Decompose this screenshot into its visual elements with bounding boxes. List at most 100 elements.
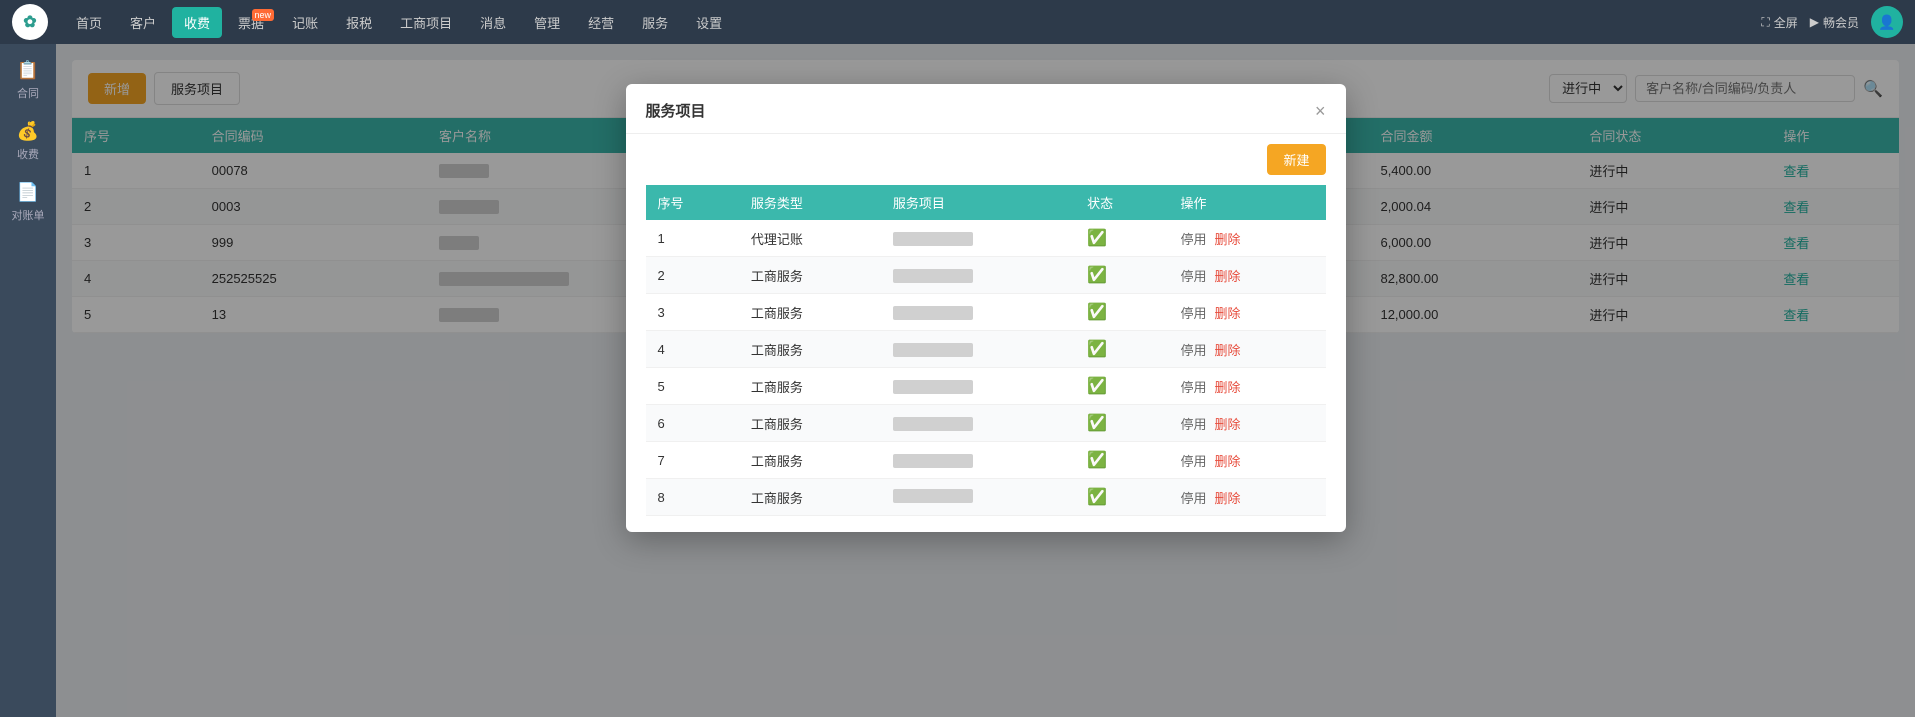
stop-button[interactable]: 停用 <box>1181 232 1207 247</box>
modal-action-cell[interactable]: 停用删除 <box>1169 294 1326 331</box>
modal-action-cell[interactable]: 停用删除 <box>1169 405 1326 442</box>
modal-header: 服务项目 × <box>626 84 1346 134</box>
user-avatar[interactable]: 👤 <box>1871 6 1903 38</box>
nav-item-收费[interactable]: 收费 <box>172 7 222 38</box>
nav-item-管理[interactable]: 管理 <box>522 7 572 38</box>
modal-status-cell: ✅ <box>1075 220 1168 257</box>
status-check-icon: ✅ <box>1087 267 1107 284</box>
content-area: 新增 服务项目 进行中全部已完成已终止 🔍 序号合同编码客户名称服务项目▾服务期… <box>56 44 1915 717</box>
nav-badge: new <box>252 9 275 21</box>
delete-button[interactable]: 删除 <box>1215 491 1241 506</box>
stop-button[interactable]: 停用 <box>1181 380 1207 395</box>
status-check-icon: ✅ <box>1087 304 1107 321</box>
modal-table-row: 3工商服务████✅停用删除 <box>646 294 1326 331</box>
service-table: 序号服务类型服务项目状态操作 1代理记账████ 1✅停用删除2工商服务████… <box>646 185 1326 516</box>
modal-status-cell: ✅ <box>1075 331 1168 368</box>
modal-action-cell[interactable]: 停用删除 <box>1169 442 1326 479</box>
modal-action-cell[interactable]: 停用删除 <box>1169 220 1326 257</box>
modal-table-row: 8工商服务████ 注册✅停用删除 <box>646 479 1326 516</box>
nav-item-服务[interactable]: 服务 <box>630 7 680 38</box>
nav-item-首页[interactable]: 首页 <box>64 7 114 38</box>
sidebar-item-收费[interactable]: 💰 收费 <box>4 113 52 170</box>
sidebar-icon: 📋 <box>17 60 39 81</box>
modal-status-cell: ✅ <box>1075 368 1168 405</box>
nav-item-记账[interactable]: 记账 <box>280 7 330 38</box>
delete-button[interactable]: 删除 <box>1215 343 1241 358</box>
modal-action-cell[interactable]: 停用删除 <box>1169 257 1326 294</box>
modal-type-cell: 工商服务 <box>739 479 881 516</box>
modal-seq-cell: 1 <box>646 220 739 257</box>
delete-button[interactable]: 删除 <box>1215 380 1241 395</box>
status-check-icon: ✅ <box>1087 230 1107 247</box>
fullscreen-btn[interactable]: ⛶ 全屏 <box>1761 14 1797 31</box>
modal-toolbar: 新建 <box>626 134 1346 185</box>
modal-type-cell: 工商服务 <box>739 368 881 405</box>
delete-button[interactable]: 删除 <box>1215 454 1241 469</box>
sidebar-icon: 📄 <box>17 182 39 203</box>
nav-item-设置[interactable]: 设置 <box>684 7 734 38</box>
status-check-icon: ✅ <box>1087 378 1107 395</box>
modal-type-cell: 代理记账 <box>739 220 881 257</box>
modal-status-cell: ✅ <box>1075 479 1168 516</box>
nav-item-报税[interactable]: 报税 <box>334 7 384 38</box>
sidebar-icon: 💰 <box>17 121 39 142</box>
sidebar-item-合同[interactable]: 📋合同 <box>4 52 52 109</box>
stop-button[interactable]: 停用 <box>1181 343 1207 358</box>
nav-item-票据[interactable]: 票据new <box>226 7 276 38</box>
modal-col-header: 状态 <box>1075 185 1168 220</box>
modal-action-cell[interactable]: 停用删除 <box>1169 331 1326 368</box>
nav-item-消息[interactable]: 消息 <box>468 7 518 38</box>
modal-body: 序号服务类型服务项目状态操作 1代理记账████ 1✅停用删除2工商服务████… <box>626 185 1346 532</box>
modal-type-cell: 工商服务 <box>739 405 881 442</box>
modal-type-cell: 工商服务 <box>739 257 881 294</box>
modal-table-row: 4工商服务████✅停用删除 <box>646 331 1326 368</box>
nav-right: ⛶ 全屏 ▶ 畅会员 👤 <box>1761 6 1903 38</box>
sidebar-item-对账单[interactable]: 📄对账单 <box>4 174 52 231</box>
modal-status-cell: ✅ <box>1075 294 1168 331</box>
stop-button[interactable]: 停用 <box>1181 491 1207 506</box>
modal-item-cell: ████ <box>881 368 1075 405</box>
nav-item-工商项目[interactable]: 工商项目 <box>388 7 464 38</box>
modal-col-header: 序号 <box>646 185 739 220</box>
status-check-icon: ✅ <box>1087 452 1107 469</box>
modal-overlay: 服务项目 × 新建 序号服务类型服务项目状态操作 1代理记账████ 1✅停用删… <box>56 44 1915 717</box>
top-nav: ✿ 首页客户收费票据new记账报税工商项目消息管理经营服务设置 ⛶ 全屏 ▶ 畅… <box>0 0 1915 44</box>
modal-status-cell: ✅ <box>1075 442 1168 479</box>
modal-item-cell: ████ <box>881 442 1075 479</box>
modal-seq-cell: 7 <box>646 442 739 479</box>
modal-col-header: 操作 <box>1169 185 1326 220</box>
modal-seq-cell: 6 <box>646 405 739 442</box>
modal-col-header: 服务类型 <box>739 185 881 220</box>
stop-button[interactable]: 停用 <box>1181 306 1207 321</box>
nav-item-客户[interactable]: 客户 <box>118 7 168 38</box>
modal-item-cell: ████████ <box>881 405 1075 442</box>
modal-item-cell: ████ <box>881 257 1075 294</box>
logo: ✿ <box>12 4 48 40</box>
delete-button[interactable]: 删除 <box>1215 417 1241 432</box>
service-modal: 服务项目 × 新建 序号服务类型服务项目状态操作 1代理记账████ 1✅停用删… <box>626 84 1346 532</box>
member-btn[interactable]: ▶ 畅会员 <box>1810 14 1859 31</box>
modal-item-cell: ████ 注册 <box>881 479 1075 516</box>
modal-action-cell[interactable]: 停用删除 <box>1169 368 1326 405</box>
stop-button[interactable]: 停用 <box>1181 417 1207 432</box>
delete-button[interactable]: 删除 <box>1215 269 1241 284</box>
modal-table-row: 7工商服务████ ✅ 停用删除 <box>646 442 1326 479</box>
stop-button[interactable]: 停用 <box>1181 269 1207 284</box>
modal-close-button[interactable]: × <box>1315 102 1326 120</box>
stop-button[interactable]: 停用 <box>1181 454 1207 469</box>
modal-status-cell: ✅ <box>1075 405 1168 442</box>
modal-seq-cell: 4 <box>646 331 739 368</box>
modal-new-button[interactable]: 新建 <box>1267 144 1325 175</box>
modal-type-cell: 工商服务 <box>739 294 881 331</box>
modal-type-cell: 工商服务 <box>739 442 881 479</box>
nav-item-经营[interactable]: 经营 <box>576 7 626 38</box>
sidebar-label: 收费 <box>17 146 39 162</box>
modal-item-cell: ████ <box>881 294 1075 331</box>
status-check-icon: ✅ <box>1087 341 1107 358</box>
delete-button[interactable]: 删除 <box>1215 232 1241 247</box>
modal-table-row: 2工商服务████✅停用删除 <box>646 257 1326 294</box>
sidebar: 📋合同 💰 收费 📄对账单 <box>0 44 56 717</box>
nav-items: 首页客户收费票据new记账报税工商项目消息管理经营服务设置 <box>64 7 1761 38</box>
delete-button[interactable]: 删除 <box>1215 306 1241 321</box>
modal-action-cell[interactable]: 停用删除 <box>1169 479 1326 516</box>
